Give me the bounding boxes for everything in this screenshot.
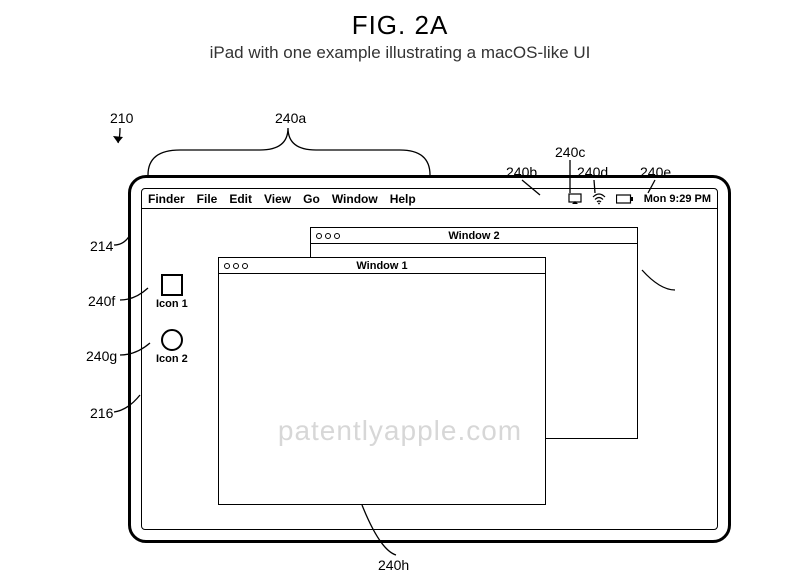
clock: Mon 9:29 PM bbox=[644, 193, 711, 205]
ref-240h: 240h bbox=[378, 557, 409, 573]
menu-view[interactable]: View bbox=[264, 192, 291, 206]
icon2-label: Icon 2 bbox=[156, 353, 188, 365]
ref-210: 210 bbox=[110, 110, 133, 126]
traffic-light-icon[interactable] bbox=[325, 233, 331, 239]
square-icon bbox=[161, 274, 183, 296]
ref-240c: 240c bbox=[555, 144, 585, 160]
icon1-label: Icon 1 bbox=[156, 298, 188, 310]
figure-title: FIG. 2A bbox=[0, 10, 800, 41]
window-2-titlebar[interactable]: Window 2 bbox=[311, 228, 637, 244]
battery-icon[interactable] bbox=[616, 194, 634, 204]
menu-go[interactable]: Go bbox=[303, 192, 320, 206]
ref-240g: 240g bbox=[86, 348, 117, 364]
traffic-light-icon[interactable] bbox=[334, 233, 340, 239]
ref-216: 216 bbox=[90, 405, 113, 421]
circle-icon bbox=[161, 329, 183, 351]
window-2-title: Window 2 bbox=[448, 230, 499, 242]
menu-finder[interactable]: Finder bbox=[148, 192, 185, 206]
ref-240a: 240a bbox=[275, 110, 306, 126]
figure-subtitle: iPad with one example illustrating a mac… bbox=[0, 43, 800, 63]
traffic-light-icon[interactable] bbox=[316, 233, 322, 239]
traffic-light-icon[interactable] bbox=[242, 263, 248, 269]
ref-240f: 240f bbox=[88, 293, 115, 309]
window-1-titlebar[interactable]: Window 1 bbox=[219, 258, 545, 274]
screen: Finder File Edit View Go Window Help Mon… bbox=[141, 188, 718, 530]
menu-help[interactable]: Help bbox=[390, 192, 416, 206]
menu-file[interactable]: File bbox=[197, 192, 218, 206]
wifi-icon[interactable] bbox=[592, 193, 606, 205]
menu-window[interactable]: Window bbox=[332, 192, 378, 206]
menu-edit[interactable]: Edit bbox=[229, 192, 252, 206]
window-1[interactable]: Window 1 bbox=[218, 257, 546, 505]
desktop-icon-1[interactable]: Icon 1 bbox=[156, 274, 188, 310]
airplay-icon[interactable] bbox=[568, 193, 582, 205]
ref-214: 214 bbox=[90, 238, 113, 254]
menubar: Finder File Edit View Go Window Help Mon… bbox=[142, 189, 717, 209]
desktop-icon-2[interactable]: Icon 2 bbox=[156, 329, 188, 365]
traffic-light-icon[interactable] bbox=[224, 263, 230, 269]
traffic-light-icon[interactable] bbox=[233, 263, 239, 269]
ipad-device: Finder File Edit View Go Window Help Mon… bbox=[128, 175, 731, 543]
window-1-title: Window 1 bbox=[356, 260, 407, 272]
